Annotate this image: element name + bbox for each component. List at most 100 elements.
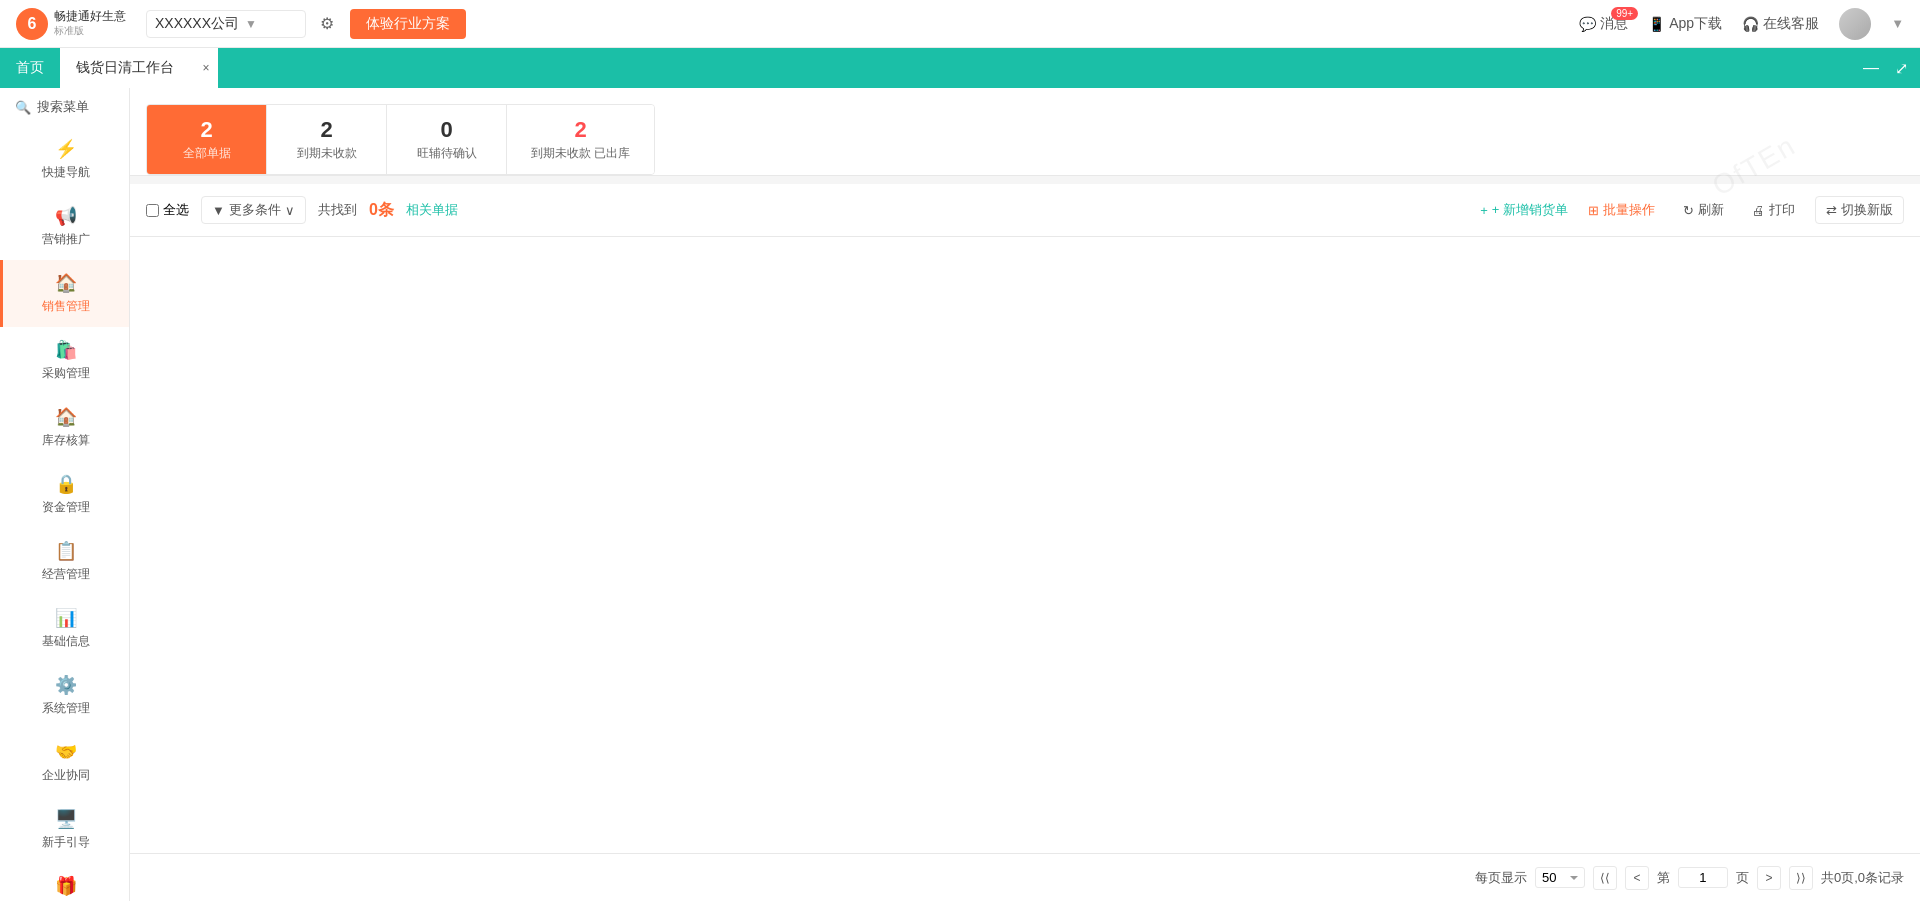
- refresh-icon: ↻: [1683, 203, 1694, 218]
- batch-operation-button[interactable]: ⊞ 批量操作: [1580, 197, 1663, 223]
- company-name: XXXXXX公司: [155, 15, 239, 33]
- sidebar-item-inventory[interactable]: 🏠 库存核算: [0, 394, 129, 461]
- sidebar-item-guide[interactable]: 🖥️ 新手引导: [0, 796, 129, 863]
- refresh-label: 刷新: [1698, 201, 1724, 219]
- toolbar-right: + + 新增销货单 ⊞ 批量操作 ↻ 刷新 🖨 打印 ⇄ 切换新版: [1480, 196, 1904, 224]
- app-download-action[interactable]: 📱 App下载: [1648, 15, 1722, 33]
- online-service-icon: 🎧: [1742, 16, 1759, 32]
- enterprise-icon: 🤝: [55, 741, 77, 763]
- current-page-input[interactable]: [1678, 867, 1728, 888]
- search-menu-item[interactable]: 🔍 搜索菜单: [0, 88, 129, 126]
- pagination: 每页显示 10 20 50 100 ⟨⟨ < 第 页 > ⟩⟩ 共0页,0条记录: [130, 853, 1920, 901]
- per-page-label: 每页显示: [1475, 869, 1527, 887]
- stats-tab-shipped-label: 到期未收款 已出库: [531, 145, 630, 162]
- search-icon: 🔍: [15, 100, 31, 115]
- user-name-display[interactable]: ▼: [1891, 16, 1904, 31]
- filter-button[interactable]: ▼ 更多条件 ∨: [201, 196, 306, 224]
- sidebar-item-label: 库存核算: [42, 432, 90, 449]
- top-header: 6 畅捷通好生意 标准版 XXXXXX公司 ▼ ⚙ 体验行业方案 💬 消息 99…: [0, 0, 1920, 48]
- trial-button[interactable]: 体验行业方案: [350, 9, 466, 39]
- select-all-input[interactable]: [146, 204, 159, 217]
- stats-tab-overdue-label: 到期未收款: [291, 145, 362, 162]
- sidebar-item-operations[interactable]: 📋 经营管理: [0, 528, 129, 595]
- refresh-button[interactable]: ↻ 刷新: [1675, 197, 1732, 223]
- message-action[interactable]: 💬 消息 99+: [1579, 15, 1628, 33]
- username-text: ▼: [1891, 16, 1904, 31]
- tab-cash-flow[interactable]: 钱货日清工作台 ×: [60, 48, 218, 88]
- app-center-icon: 🎁: [55, 875, 77, 897]
- page-label: 第: [1657, 869, 1670, 887]
- logo-text-area: 畅捷通好生意 标准版: [54, 9, 126, 39]
- sidebar-item-system[interactable]: ⚙️ 系统管理: [0, 662, 129, 729]
- tab-home[interactable]: 首页: [0, 48, 60, 88]
- toolbar: 全选 ▼ 更多条件 ∨ 共找到 0条 相关单据 + + 新增销货单 ⊞ 批量操作: [130, 184, 1920, 237]
- stats-tab-shipped-count: 2: [531, 117, 630, 143]
- stats-tab-shipped[interactable]: 2 到期未收款 已出库: [507, 105, 654, 174]
- guide-icon: 🖥️: [55, 808, 77, 830]
- prev-page-button[interactable]: <: [1625, 866, 1649, 890]
- switch-new-version-button[interactable]: ⇄ 切换新版: [1815, 196, 1904, 224]
- sidebar-item-basic-info[interactable]: 📊 基础信息: [0, 595, 129, 662]
- quick-nav-icon: ⚡: [55, 138, 77, 160]
- filter-label: 更多条件: [229, 201, 281, 219]
- search-menu-label: 搜索菜单: [37, 98, 89, 116]
- purchase-icon: 🛍️: [55, 339, 77, 361]
- inventory-icon: 🏠: [55, 406, 77, 428]
- next-page-button[interactable]: >: [1757, 866, 1781, 890]
- app-download-label: App下载: [1669, 15, 1722, 33]
- logo-text: 畅捷通好生意: [54, 9, 126, 25]
- stats-tab-all-label: 全部单据: [171, 145, 242, 162]
- sidebar-item-label: 销售管理: [42, 298, 90, 315]
- stats-tab-overdue-collect[interactable]: 2 到期未收款: [267, 105, 387, 174]
- add-sales-order-button[interactable]: + + 新增销货单: [1480, 201, 1568, 219]
- stats-tab-wangfu-count: 0: [411, 117, 482, 143]
- batch-icon: ⊞: [1588, 203, 1599, 218]
- stats-tab-all-count: 2: [171, 117, 242, 143]
- message-badge: 99+: [1611, 7, 1638, 20]
- finance-icon: 🔒: [55, 473, 77, 495]
- sidebar-item-marketing[interactable]: 📢 营销推广: [0, 193, 129, 260]
- tab-right-controls: — ⤢: [1859, 55, 1920, 82]
- sidebar-item-label: 企业协同: [42, 767, 90, 784]
- main-layout: 🔍 搜索菜单 ⚡ 快捷导航 📢 营销推广 🏠 销售管理 🛍️ 采购管理 🏠 库存…: [0, 88, 1920, 901]
- sidebar-item-sales[interactable]: 🏠 销售管理: [0, 260, 129, 327]
- sidebar-item-quick-nav[interactable]: ⚡ 快捷导航: [0, 126, 129, 193]
- related-link[interactable]: 相关单据: [406, 201, 458, 219]
- batch-label: 批量操作: [1603, 201, 1655, 219]
- stats-tab-all[interactable]: 2 全部单据: [147, 105, 267, 174]
- sidebar-item-purchase[interactable]: 🛍️ 采购管理: [0, 327, 129, 394]
- sidebar-item-label: 营销推广: [42, 231, 90, 248]
- sidebar-item-label: 采购管理: [42, 365, 90, 382]
- sidebar-item-label: 资金管理: [42, 499, 90, 516]
- app-download-icon: 📱: [1648, 16, 1665, 32]
- avatar-placeholder: [1839, 8, 1871, 40]
- filter-arrow-icon: ∨: [285, 203, 295, 218]
- print-button[interactable]: 🖨 打印: [1744, 197, 1803, 223]
- per-page-select[interactable]: 10 20 50 100: [1535, 867, 1585, 888]
- sidebar-item-label: 快捷导航: [42, 164, 90, 181]
- sidebar-item-label: 经营管理: [42, 566, 90, 583]
- select-all-checkbox[interactable]: 全选: [146, 201, 189, 219]
- logo-sub: 标准版: [54, 24, 126, 38]
- header-right: 💬 消息 99+ 📱 App下载 🎧 在线客服 ▼: [1579, 8, 1904, 40]
- tab-expand-icon[interactable]: ⤢: [1891, 55, 1912, 82]
- sidebar-item-finance[interactable]: 🔒 资金管理: [0, 461, 129, 528]
- online-service-label: 在线客服: [1763, 15, 1819, 33]
- sidebar-item-enterprise[interactable]: 🤝 企业协同: [0, 729, 129, 796]
- last-page-button[interactable]: ⟩⟩: [1789, 866, 1813, 890]
- company-selector[interactable]: XXXXXX公司 ▼: [146, 10, 306, 38]
- print-label: 打印: [1769, 201, 1795, 219]
- sidebar-item-app-center[interactable]: 🎁 应用中心: [0, 863, 129, 901]
- first-page-button[interactable]: ⟨⟨: [1593, 866, 1617, 890]
- sidebar-item-label: 新手引导: [42, 834, 90, 851]
- add-icon: +: [1480, 203, 1488, 218]
- settings-icon[interactable]: ⚙: [316, 10, 338, 37]
- tab-close-icon[interactable]: ×: [198, 60, 214, 76]
- company-arrow: ▼: [245, 17, 257, 31]
- stats-tab-wangfu[interactable]: 0 旺辅待确认: [387, 105, 507, 174]
- switch-label: 切换新版: [1841, 201, 1893, 219]
- online-service-action[interactable]: 🎧 在线客服: [1742, 15, 1819, 33]
- user-avatar[interactable]: [1839, 8, 1871, 40]
- sidebar: 🔍 搜索菜单 ⚡ 快捷导航 📢 营销推广 🏠 销售管理 🛍️ 采购管理 🏠 库存…: [0, 88, 130, 901]
- tab-minimize-icon[interactable]: —: [1859, 55, 1883, 81]
